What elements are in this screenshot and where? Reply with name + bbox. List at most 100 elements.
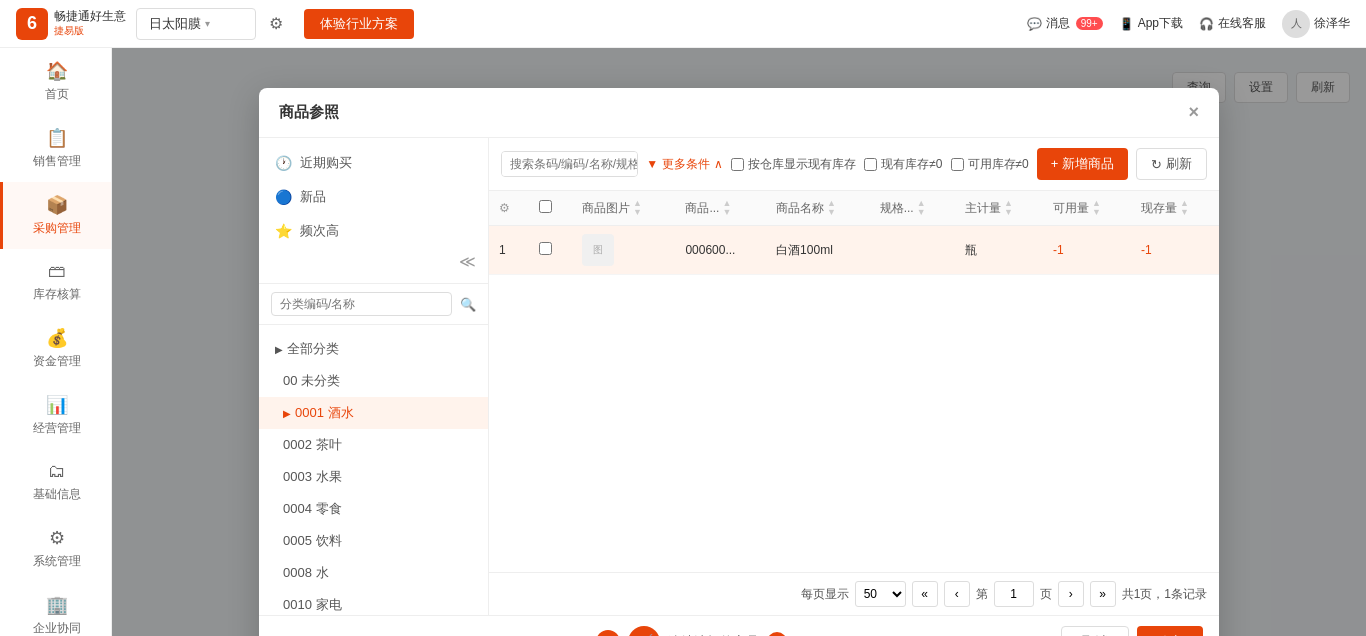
product-search-input[interactable] (502, 152, 638, 176)
th-image-sort[interactable]: 商品图片 ▲▼ (582, 199, 666, 217)
cart-section: ? 🛒 连续选择的商品 0 ∧ (596, 626, 807, 636)
trial-button[interactable]: 体验行业方案 (304, 9, 414, 39)
available-stock-input[interactable] (951, 158, 964, 171)
warehouse-checkbox-input[interactable] (731, 158, 744, 171)
sidebar-item-purchase[interactable]: 📦 采购管理 (0, 182, 111, 249)
last-page-button[interactable]: » (1090, 581, 1116, 607)
collapse-cart-button[interactable]: ∧ (795, 633, 807, 637)
page-suffix: 页 (1040, 586, 1052, 603)
warehouse-display-checkbox[interactable]: 按仓库显示现有库存 (731, 156, 856, 173)
th-spec-sort[interactable]: 规格... ▲▼ (880, 199, 945, 217)
th-unit-sort[interactable]: 主计量 ▲▼ (965, 199, 1033, 217)
sort-icon-available: ▲▼ (1092, 199, 1101, 217)
th-settings[interactable]: ⚙ (489, 191, 529, 226)
sidebar-item-inventory[interactable]: 🗃 库存核算 (0, 249, 111, 315)
page-label: 第 (976, 586, 988, 603)
quick-link-recent[interactable]: 🕐 近期购买 (259, 146, 488, 180)
more-filters-button[interactable]: ▼ 更多条件 ∧ (646, 156, 723, 173)
th-code-sort[interactable]: 商品... ▲▼ (685, 199, 756, 217)
cat-item-00[interactable]: 00 未分类 (259, 365, 488, 397)
cat-item-0002[interactable]: 0002 茶叶 (259, 429, 488, 461)
first-page-button[interactable]: « (912, 581, 938, 607)
th-stock-sort[interactable]: 现存量 ▲▼ (1141, 199, 1209, 217)
td-unit: 瓶 (955, 226, 1043, 275)
sidebar-item-sales[interactable]: 📋 销售管理 (0, 115, 111, 182)
filter-icon: ▼ (646, 157, 658, 171)
logo-text: 畅捷通好生意 (54, 9, 126, 23)
row-checkbox[interactable] (539, 242, 552, 255)
expand-icon: ▶ (275, 344, 283, 355)
content-area: 查询 设置 刷新 商品参照 × (112, 48, 1366, 636)
sidebar-item-operations[interactable]: 📊 经营管理 (0, 382, 111, 449)
th-stock: 现存量 ▲▼ (1131, 191, 1219, 226)
user-profile[interactable]: 人 徐泽华 (1282, 10, 1350, 38)
th-spec: 规格... ▲▼ (870, 191, 955, 226)
cat-item-0004[interactable]: 0004 零食 (259, 493, 488, 525)
logo-icon: 6 (16, 8, 48, 40)
cart-icon[interactable]: 🛒 (628, 626, 660, 636)
sort-icon-name: ▲▼ (827, 199, 836, 217)
topbar: 6 畅捷通好生意 捷易版 日太阳膜 ▾ ⚙ 体验行业方案 💬 消息 99+ 📱 … (0, 0, 1366, 48)
per-page-label: 每页显示 (801, 586, 849, 603)
add-product-button[interactable]: + 新增商品 (1037, 148, 1128, 180)
category-search-input[interactable] (271, 292, 452, 316)
th-available-sort[interactable]: 可用量 ▲▼ (1053, 199, 1121, 217)
avatar: 人 (1282, 10, 1310, 38)
th-name-sort[interactable]: 商品名称 ▲▼ (776, 199, 860, 217)
table-row[interactable]: 1 图 000600... 白酒100ml (489, 226, 1219, 275)
td-spec (870, 226, 955, 275)
enterprise-icon: 🏢 (46, 594, 68, 616)
category-search-icon[interactable]: 🔍 (460, 297, 476, 312)
logo: 6 畅捷通好生意 捷易版 (16, 8, 136, 40)
sidebar-item-finance[interactable]: 💰 资金管理 (0, 315, 111, 382)
star-icon: ⭐ (275, 223, 292, 239)
cat-item-0003[interactable]: 0003 水果 (259, 461, 488, 493)
th-available: 可用量 ▲▼ (1043, 191, 1131, 226)
column-settings-icon[interactable]: ⚙ (499, 201, 510, 215)
quick-link-new[interactable]: 🔵 新品 (259, 180, 488, 214)
nav-dropdown[interactable]: 日太阳膜 ▾ (136, 8, 256, 40)
confirm-button[interactable]: 确定 (1137, 626, 1203, 636)
help-icon[interactable]: ? (596, 630, 620, 636)
expand-active-icon: ▶ (283, 408, 291, 419)
quick-link-frequent[interactable]: ⭐ 频次高 (259, 214, 488, 248)
page-number-input[interactable] (994, 581, 1034, 607)
messages-button[interactable]: 💬 消息 99+ (1027, 15, 1103, 32)
search-toolbar: 🔍 ▼ 更多条件 ∧ 按仓库显示现有库存 (489, 138, 1219, 191)
mobile-icon: 📱 (1119, 17, 1134, 31)
basic-icon: 🗂 (48, 461, 66, 482)
category-search-row: 🔍 (259, 284, 488, 325)
select-all-checkbox[interactable] (539, 200, 552, 213)
available-stock-checkbox[interactable]: 可用库存≠0 (951, 156, 1029, 173)
sidebar-item-enterprise[interactable]: 🏢 企业协同 (0, 582, 111, 636)
online-service-button[interactable]: 🎧 在线客服 (1199, 15, 1266, 32)
sales-icon: 📋 (46, 127, 68, 149)
cat-item-0010[interactable]: 0010 家电 (259, 589, 488, 615)
cat-item-0001[interactable]: ▶ 0001 酒水 (259, 397, 488, 429)
th-checkbox[interactable] (529, 191, 572, 226)
settings-icon[interactable]: ⚙ (260, 8, 292, 40)
next-page-button[interactable]: › (1058, 581, 1084, 607)
current-stock-checkbox[interactable]: 现有库存≠0 (864, 156, 942, 173)
prev-page-button[interactable]: ‹ (944, 581, 970, 607)
cat-item-0008[interactable]: 0008 水 (259, 557, 488, 589)
message-icon: 💬 (1027, 17, 1042, 31)
sidebar-item-basic[interactable]: 🗂 基础信息 (0, 449, 111, 515)
sidebar-item-home[interactable]: 🏠 首页 (0, 48, 111, 115)
td-checkbox[interactable] (529, 226, 572, 275)
collapse-panel-button[interactable]: ≪ (459, 252, 476, 271)
cancel-button[interactable]: 取消 (1061, 626, 1129, 636)
headset-icon: 🎧 (1199, 17, 1214, 31)
search-input-wrap: 🔍 (501, 151, 638, 177)
cat-item-all[interactable]: ▶ 全部分类 (259, 333, 488, 365)
modal-close-button[interactable]: × (1188, 102, 1199, 123)
cat-item-0005[interactable]: 0005 饮料 (259, 525, 488, 557)
th-name: 商品名称 ▲▼ (766, 191, 870, 226)
modal-footer: 显示停用 ? 🛒 连续选择的商品 0 ∧ 取消 确定 (259, 615, 1219, 636)
app-download-button[interactable]: 📱 App下载 (1119, 15, 1183, 32)
per-page-select[interactable]: 50 10 20 100 (855, 581, 906, 607)
refresh-button[interactable]: ↻ 刷新 (1136, 148, 1207, 180)
message-badge: 99+ (1076, 17, 1103, 30)
sidebar-item-system[interactable]: ⚙ 系统管理 (0, 515, 111, 582)
current-stock-input[interactable] (864, 158, 877, 171)
